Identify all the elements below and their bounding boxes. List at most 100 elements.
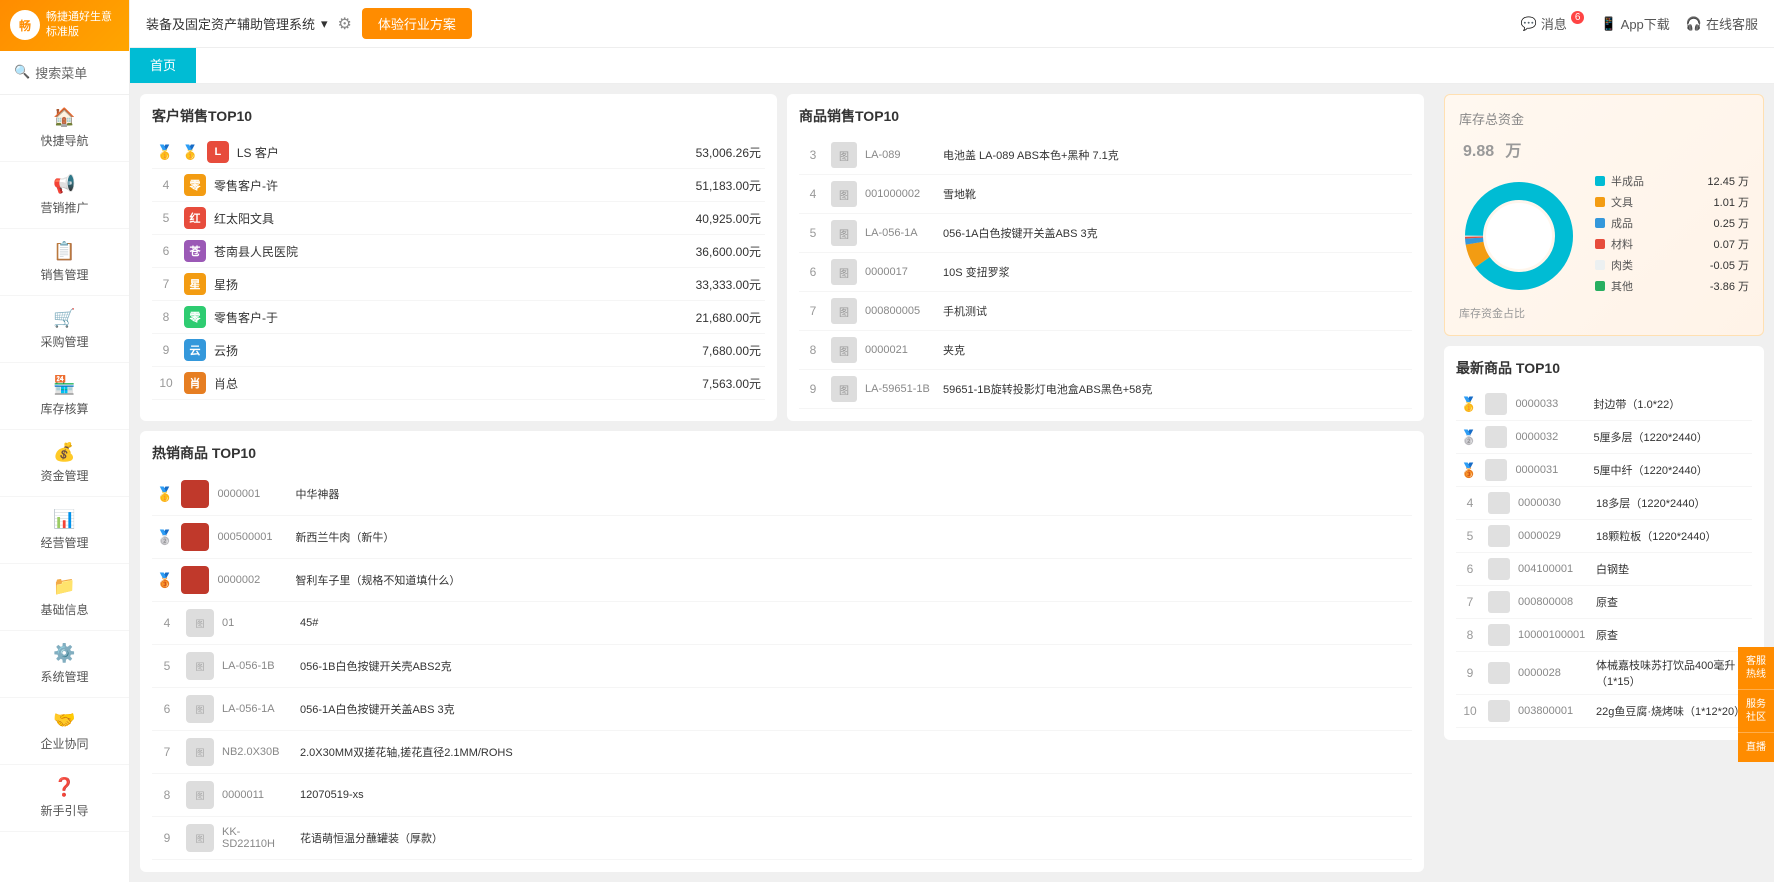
sidebar-item-资金管理[interactable]: 💰资金管理 (0, 430, 129, 497)
list-item: 🥇 0000033 封边带（1.0*22） (1456, 388, 1752, 421)
product-name: 封边带（1.0*22） (1593, 396, 1748, 412)
product-thumbnail: 图 (831, 298, 857, 324)
search-icon: 🔍 (14, 64, 30, 80)
list-item: 7 图 NB2.0X30B 2.0X30MM双搓花轴,搓花直径2.1MM/ROH… (152, 731, 1412, 774)
tab-home[interactable]: 首页 (130, 48, 196, 83)
customer-avatar: 星 (184, 273, 206, 295)
float-button[interactable]: 直播 (1738, 733, 1774, 762)
product-thumbnail: 图 (186, 609, 214, 637)
rank-number: 10 (156, 376, 176, 390)
product-code: 0000032 (1515, 431, 1585, 443)
sidebar-item-新手引导[interactable]: ❓新手引导 (0, 765, 129, 832)
product-name: 原查 (1596, 627, 1748, 643)
rank-number: 5 (803, 226, 823, 240)
product-thumbnail (1488, 492, 1510, 514)
product-code: NB2.0X30B (222, 746, 292, 758)
product-thumbnail: 图 (186, 652, 214, 680)
list-item: 8 10000100001 原查 (1456, 619, 1752, 652)
legend-dot (1595, 239, 1605, 249)
app-download-button[interactable]: 📱 App下载 (1600, 14, 1669, 33)
legend-dot (1595, 281, 1605, 291)
legend-label: 文具 (1611, 194, 1708, 210)
rank-number: 3 (803, 148, 823, 162)
legend-value: 12.45 万 (1707, 173, 1749, 189)
sidebar-item-销售管理[interactable]: 📋销售管理 (0, 229, 129, 296)
product-name: 056-1A白色按键开关盖ABS 3克 (300, 701, 1408, 717)
top-lists: 客户销售TOP10 🥇 🥇 L LS 客户 53,006.26元 4 零 零售客… (140, 94, 1424, 421)
list-item: 6 004100001 白钢垫 (1456, 553, 1752, 586)
table-row: 10 肖 肖总 7,563.00元 (152, 367, 765, 400)
online-service-button[interactable]: 🎧 在线客服 (1686, 14, 1758, 33)
list-item: 7 000800008 原查 (1456, 586, 1752, 619)
product-code: 0000030 (1518, 497, 1588, 509)
chevron-down-icon: ▾ (321, 16, 328, 32)
product-name: 智利车子里（规格不知道填什么） (295, 572, 1408, 588)
page-body: 客户销售TOP10 🥇 🥇 L LS 客户 53,006.26元 4 零 零售客… (130, 84, 1774, 882)
legend-item: 其他 -3.86 万 (1595, 278, 1749, 294)
float-button[interactable]: 服务 社区 (1738, 690, 1774, 733)
legend-item: 成品 0.25 万 (1595, 215, 1749, 231)
product-code: 0000002 (217, 574, 287, 586)
hot-products-title: 热销商品 TOP10 (152, 443, 1412, 463)
product-code: 0000021 (865, 344, 935, 356)
sidebar-item-营销推广[interactable]: 📢营销推广 (0, 162, 129, 229)
product-name: 花语萌恒温分蘸罐装（厚款） (300, 830, 1408, 846)
rank-number: 9 (156, 343, 176, 357)
product-code: 0000031 (1515, 464, 1585, 476)
medal-gold-icon: 🥇 (156, 144, 173, 161)
product-name: 原查 (1596, 594, 1748, 610)
sidebar-nav: 🏠快捷导航📢营销推广📋销售管理🛒采购管理🏪库存核算💰资金管理📊经营管理📁基础信息… (0, 95, 129, 882)
nav-icon: 📁 (53, 576, 75, 597)
product-name: 056-1B白色按键开关壳ABS2克 (300, 658, 1408, 674)
sidebar-item-经营管理[interactable]: 📊经营管理 (0, 497, 129, 564)
sidebar-item-快捷导航[interactable]: 🏠快捷导航 (0, 95, 129, 162)
product-thumbnail: 图 (831, 259, 857, 285)
rank-number: 4 (156, 616, 178, 630)
legend-item: 肉类 -0.05 万 (1595, 257, 1749, 273)
product-code: LA-089 (865, 149, 935, 161)
product-thumbnail (1488, 624, 1510, 646)
logo-icon: 畅 (10, 10, 40, 40)
customer-name: 红太阳文具 (214, 210, 688, 227)
logo-text: 畅捷通好生意 标准版 (46, 10, 112, 41)
table-row: 4 图 001000002 雪地靴 (799, 175, 1412, 214)
product-name: 056-1A白色按键开关盖ABS 3克 (943, 225, 1408, 241)
product-code: 004100001 (1518, 563, 1588, 575)
sidebar-item-采购管理[interactable]: 🛒采购管理 (0, 296, 129, 363)
float-button[interactable]: 客服 热线 (1738, 647, 1774, 690)
sidebar-search[interactable]: 🔍 搜索菜单 (0, 51, 129, 95)
product-code: 0000033 (1515, 398, 1585, 410)
product-thumbnail: 图 (186, 824, 214, 852)
table-row: 5 图 LA-056-1A 056-1A白色按键开关盖ABS 3克 (799, 214, 1412, 253)
new-products-title: 最新商品 TOP10 (1456, 358, 1752, 378)
list-item: 🥉 0000031 5厘中纤（1220*2440） (1456, 454, 1752, 487)
table-row: 7 星 星扬 33,333.00元 (152, 268, 765, 301)
search-menu-button[interactable]: 🔍 搜索菜单 (8, 59, 121, 86)
product-thumbnail: 图 (831, 142, 857, 168)
settings-icon[interactable]: ⚙ (338, 14, 352, 34)
rank-number: 8 (156, 310, 176, 324)
sidebar-item-系统管理[interactable]: ⚙️系统管理 (0, 631, 129, 698)
medal-bronze-icon: 🥉 (156, 572, 173, 589)
nav-label: 营销推广 (40, 199, 88, 216)
rank-number: 6 (1460, 562, 1480, 576)
customer-avatar: 零 (184, 306, 206, 328)
product-name: 白钢垫 (1596, 561, 1748, 577)
product-thumbnail: 图 (831, 181, 857, 207)
nav-icon: ⚙️ (53, 643, 75, 664)
messages-button[interactable]: 💬 消息 6 (1521, 14, 1585, 33)
legend-label: 材料 (1611, 236, 1708, 252)
product-name: 5厘中纤（1220*2440） (1593, 462, 1748, 478)
legend-label: 其他 (1611, 278, 1704, 294)
product-code: 0000011 (222, 789, 292, 801)
sidebar-item-库存核算[interactable]: 🏪库存核算 (0, 363, 129, 430)
trial-button[interactable]: 体验行业方案 (362, 8, 472, 39)
system-selector[interactable]: 装备及固定资产辅助管理系统 ▾ (146, 14, 328, 33)
sidebar-item-企业协同[interactable]: 🤝企业协同 (0, 698, 129, 765)
product-name: 体械嘉枝味苏打饮品400毫升（1*15） (1596, 657, 1748, 689)
product-name: 18多层（1220*2440） (1596, 495, 1748, 511)
product-code: 0000001 (217, 488, 287, 500)
product-code: LA-056-1A (865, 227, 935, 239)
rank-number: 4 (156, 178, 176, 192)
sidebar-item-基础信息[interactable]: 📁基础信息 (0, 564, 129, 631)
